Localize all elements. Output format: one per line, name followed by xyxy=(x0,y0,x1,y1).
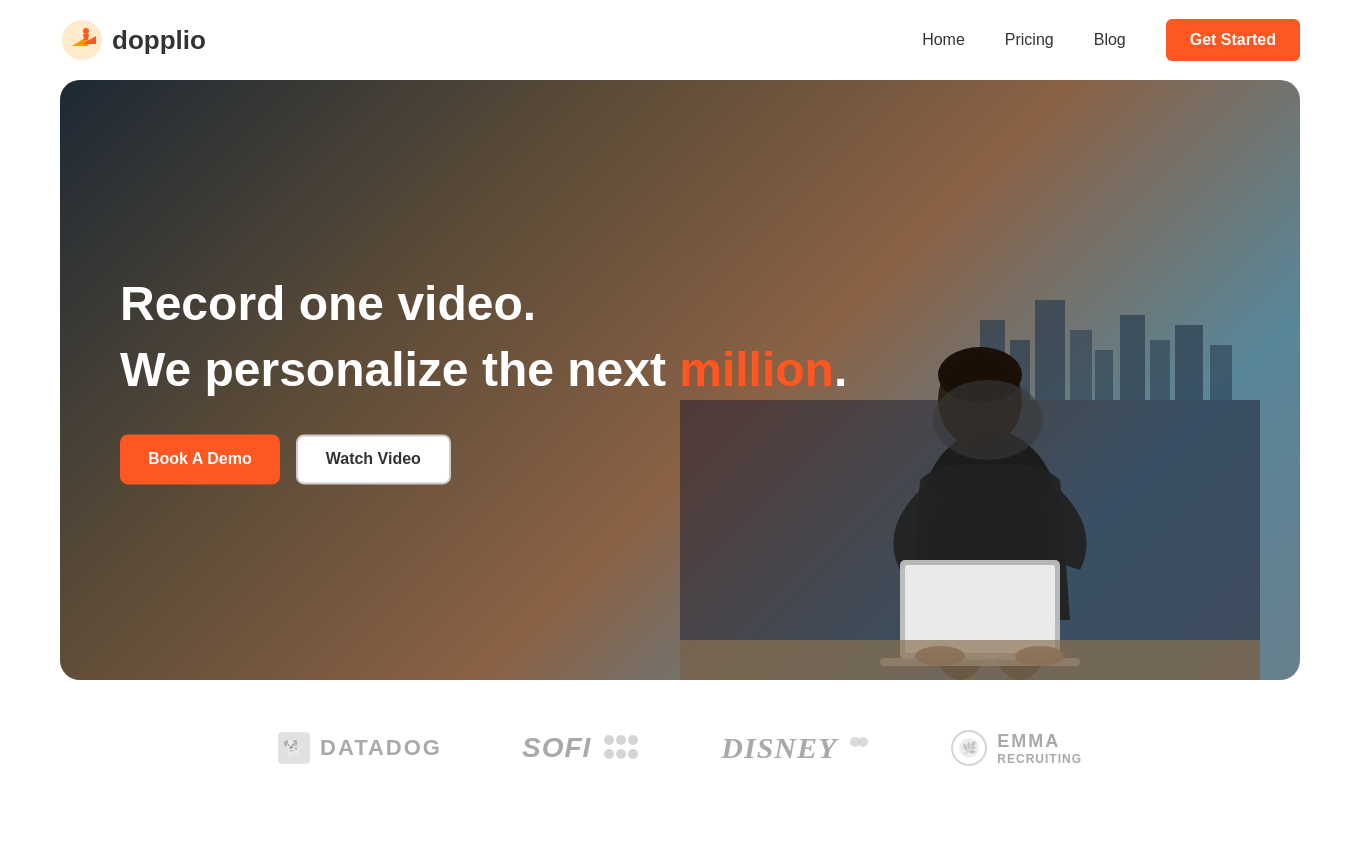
hero-title-suffix: . xyxy=(834,343,847,396)
book-demo-button[interactable]: Book A Demo xyxy=(120,435,280,485)
svg-point-33 xyxy=(628,749,638,759)
datadog-icon: 🐕 xyxy=(278,732,310,764)
logo[interactable]: dopplio xyxy=(60,18,206,62)
svg-point-32 xyxy=(616,749,626,759)
nav-item-blog[interactable]: Blog xyxy=(1094,31,1126,49)
hero-content: Record one video. We personalize the nex… xyxy=(120,275,847,484)
logo-icon xyxy=(60,18,104,62)
sofi-label: SoFi xyxy=(522,732,591,764)
hero-title-line1: Record one video. xyxy=(120,275,847,333)
watch-video-button[interactable]: Watch Video xyxy=(296,435,451,485)
svg-rect-5 xyxy=(1035,300,1065,400)
svg-point-29 xyxy=(616,735,626,745)
emma-subtitle: RECRUITING xyxy=(997,752,1082,766)
nav-links: Home Pricing Blog Get Started xyxy=(922,19,1300,61)
hero-buttons: Book A Demo Watch Video xyxy=(120,435,847,485)
logo-sofi: SoFi xyxy=(522,732,641,764)
svg-rect-20 xyxy=(905,565,1055,653)
sofi-icon xyxy=(601,732,641,764)
nav-item-pricing[interactable]: Pricing xyxy=(1005,31,1054,49)
datadog-label: DATADOG xyxy=(320,735,442,761)
svg-point-35 xyxy=(858,737,868,747)
logo-text: dopplio xyxy=(112,25,206,56)
hero-section: Record one video. We personalize the nex… xyxy=(60,80,1300,680)
disney-label: Disney xyxy=(721,731,837,765)
hero-title-prefix: We personalize the next xyxy=(120,343,679,396)
svg-rect-11 xyxy=(1210,345,1232,400)
get-started-button[interactable]: Get Started xyxy=(1166,19,1300,61)
hero-title-accent: million xyxy=(679,343,834,396)
svg-point-31 xyxy=(604,749,614,759)
svg-rect-7 xyxy=(1095,350,1113,400)
svg-rect-24 xyxy=(680,640,1260,680)
svg-point-30 xyxy=(628,735,638,745)
emma-icon: 🌿 xyxy=(951,730,987,766)
logo-datadog: 🐕 DATADOG xyxy=(278,732,442,764)
svg-rect-9 xyxy=(1150,340,1170,400)
emma-name: EMMA xyxy=(997,731,1082,752)
svg-rect-6 xyxy=(1070,330,1092,400)
navbar: dopplio Home Pricing Blog Get Started xyxy=(0,0,1360,80)
logo-emma: 🌿 EMMA RECRUITING xyxy=(951,730,1082,766)
svg-text:🐕: 🐕 xyxy=(283,739,303,758)
logo-disney: Disney xyxy=(721,731,871,765)
disney-icon xyxy=(847,736,871,760)
nav-item-home[interactable]: Home xyxy=(922,31,965,49)
svg-point-15 xyxy=(933,380,1043,460)
svg-text:🌿: 🌿 xyxy=(962,740,977,755)
svg-rect-10 xyxy=(1175,325,1203,400)
emma-label-container: EMMA RECRUITING xyxy=(997,731,1082,766)
svg-rect-8 xyxy=(1120,315,1145,400)
svg-point-1 xyxy=(83,28,89,34)
hero-title-line2: We personalize the next million. xyxy=(120,341,847,399)
svg-point-28 xyxy=(604,735,614,745)
logos-section: 🐕 DATADOG SoFi Disney 🌿 EMMA xyxy=(0,680,1360,816)
